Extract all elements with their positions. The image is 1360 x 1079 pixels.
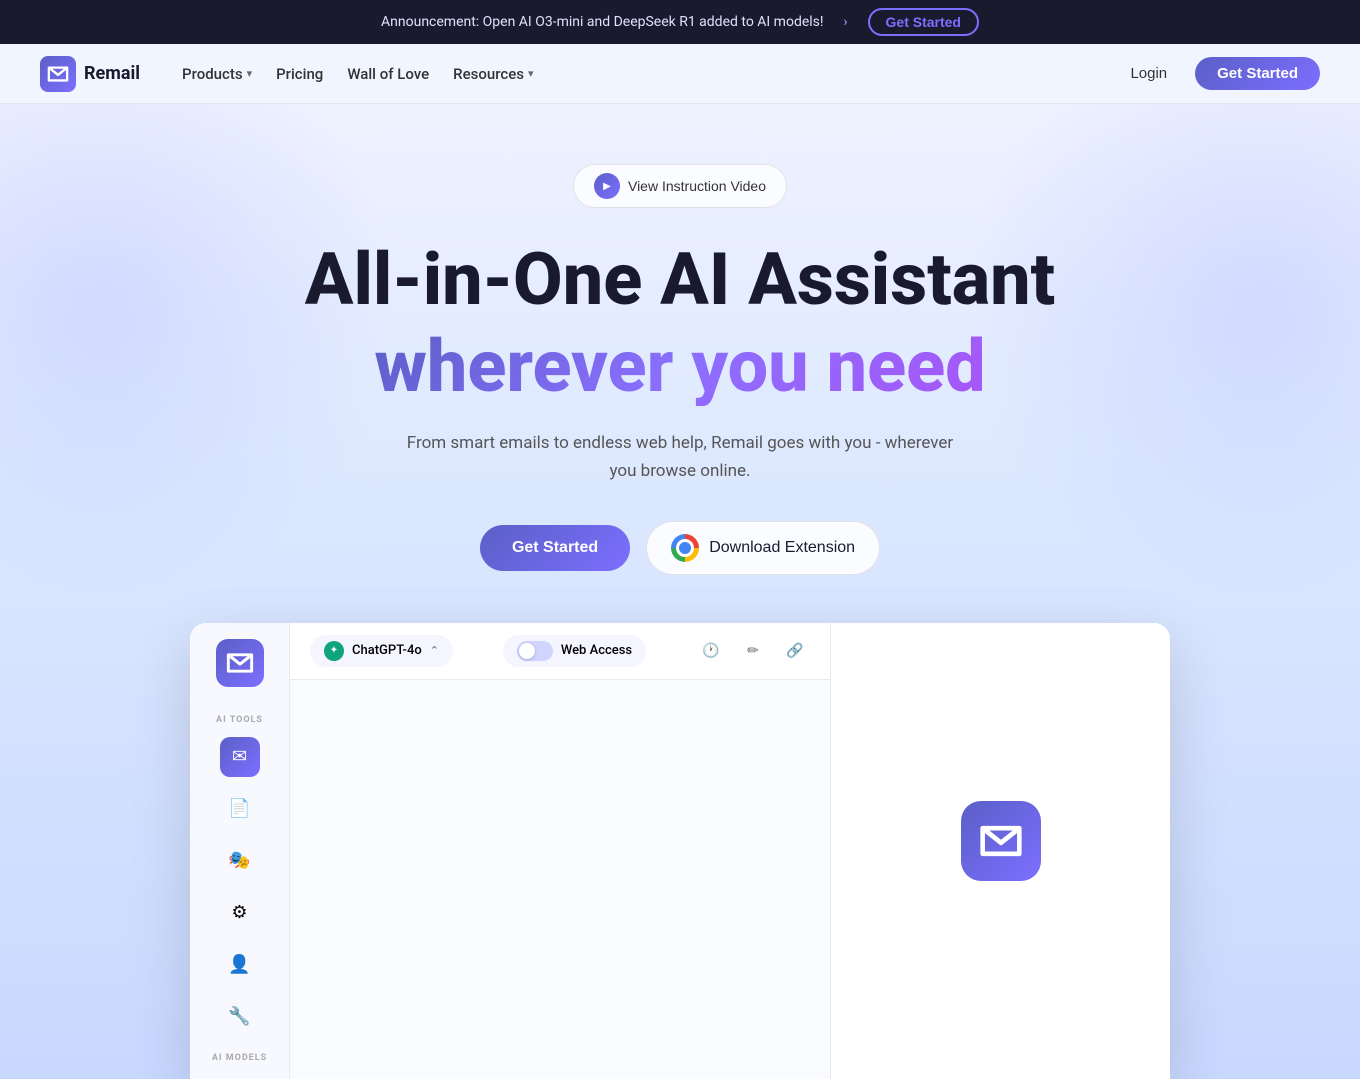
nav-item-wall-of-love[interactable]: Wall of Love <box>337 59 439 89</box>
share-icon[interactable]: 🔗 <box>780 636 810 666</box>
web-access-label: Web Access <box>561 643 632 658</box>
gpt-icon: ✦ <box>324 641 344 661</box>
logo[interactable]: Remail <box>40 56 140 92</box>
nav-item-resources[interactable]: Resources ▾ <box>443 59 543 89</box>
web-access-toggle[interactable]: Web Access <box>503 635 646 667</box>
announcement-arrow: › <box>836 12 856 32</box>
app-chat-area <box>290 680 830 1079</box>
announcement-bar: Announcement: Open AI O3-mini and DeepSe… <box>0 0 1360 44</box>
navbar: Remail Products ▾ Pricing Wall of Love <box>0 44 1360 104</box>
toggle-switch[interactable] <box>517 641 553 661</box>
edit-icon[interactable]: ✏ <box>738 636 768 666</box>
sidebar-tool-drama[interactable]: 🎭 <box>220 841 260 881</box>
hero-get-started-button[interactable]: Get Started <box>480 525 630 571</box>
logo-text: Remail <box>84 63 140 84</box>
sidebar-tool-wrench[interactable]: 🔧 <box>220 997 260 1037</box>
hero-download-button[interactable]: Download Extension <box>646 521 880 575</box>
get-started-nav-button[interactable]: Get Started <box>1195 57 1320 90</box>
play-icon: ▶ <box>594 173 620 199</box>
app-screenshot: AI TOOLS ✉ 📄 🎭 ⚙ 👤 🔧 AI MODELS ✦ ChatGPT… <box>190 623 1170 1079</box>
app-right-panel <box>830 623 1170 1079</box>
model-chevron-icon: ⌃ <box>430 644 439 657</box>
ai-tools-label: AI TOOLS <box>198 715 281 725</box>
app-sidebar: AI TOOLS ✉ 📄 🎭 ⚙ 👤 🔧 AI MODELS <box>190 623 290 1079</box>
announcement-text: Announcement: Open AI O3-mini and DeepSe… <box>381 14 824 30</box>
download-label: Download Extension <box>709 539 855 557</box>
nav-links: Products ▾ Pricing Wall of Love Resource… <box>172 59 543 89</box>
navbar-left: Remail Products ▾ Pricing Wall of Love <box>40 56 543 92</box>
topbar-right: 🕐 ✏ 🔗 <box>696 636 810 666</box>
app-topbar: ✦ ChatGPT-4o ⌃ Web Access 🕐 ✏ 🔗 <box>290 623 830 680</box>
sidebar-tool-user[interactable]: 👤 <box>220 945 260 985</box>
hero-section: ▶ View Instruction Video All-in-One AI A… <box>0 104 1360 1079</box>
resources-chevron-icon: ▾ <box>528 67 534 80</box>
sidebar-tool-doc[interactable]: 📄 <box>220 789 260 829</box>
sidebar-tool-email[interactable]: ✉ <box>220 737 260 777</box>
video-btn-label: View Instruction Video <box>628 178 766 194</box>
hero-title-line2: wherever you need <box>374 327 985 406</box>
video-button[interactable]: ▶ View Instruction Video <box>573 164 787 208</box>
logo-icon <box>40 56 76 92</box>
navbar-right: Login Get Started <box>1118 57 1320 90</box>
nav-item-pricing[interactable]: Pricing <box>266 59 333 89</box>
login-button[interactable]: Login <box>1118 59 1179 88</box>
model-selector[interactable]: ✦ ChatGPT-4o ⌃ <box>310 635 453 667</box>
sidebar-logo <box>216 639 264 687</box>
hero-buttons: Get Started Download Extension <box>480 521 880 575</box>
ai-models-label: AI MODELS <box>198 1053 281 1063</box>
history-icon[interactable]: 🕐 <box>696 636 726 666</box>
chrome-icon <box>671 534 699 562</box>
nav-item-products[interactable]: Products ▾ <box>172 59 262 89</box>
sidebar-tool-settings[interactable]: ⚙ <box>220 893 260 933</box>
model-name: ChatGPT-4o <box>352 643 422 658</box>
announcement-cta[interactable]: Get Started <box>868 8 979 36</box>
hero-subtitle: From smart emails to endless web help, R… <box>400 430 960 484</box>
app-main: ✦ ChatGPT-4o ⌃ Web Access 🕐 ✏ 🔗 <box>290 623 830 1079</box>
products-chevron-icon: ▾ <box>247 67 253 80</box>
panel-logo <box>961 801 1041 881</box>
hero-title-line1: All-in-One AI Assistant <box>305 240 1055 319</box>
